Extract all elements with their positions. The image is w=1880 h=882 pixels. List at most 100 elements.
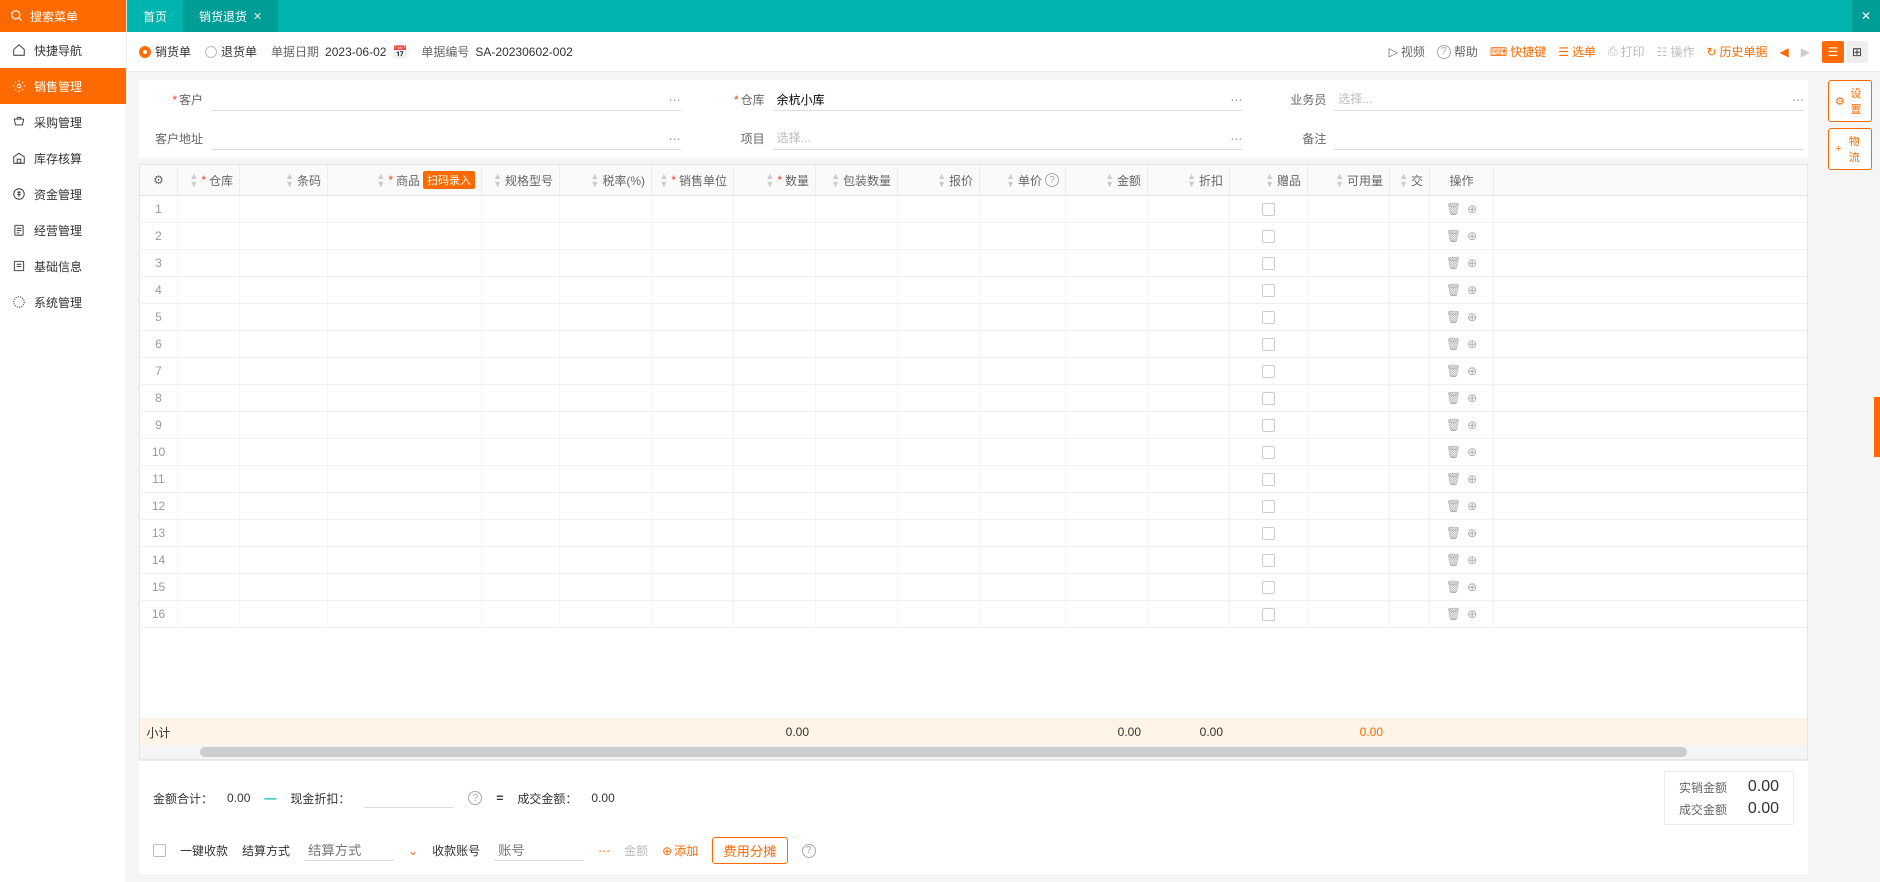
nav-system[interactable]: 系统管理 — [0, 284, 126, 320]
gift-checkbox[interactable] — [1262, 419, 1275, 432]
col-header[interactable]: ▲▼折扣 — [1148, 165, 1230, 195]
add-row-icon[interactable]: ⊕ — [1467, 391, 1477, 405]
table-row[interactable]: 9🗑⊕ — [140, 412, 1807, 439]
delete-icon[interactable]: 🗑 — [1446, 445, 1461, 459]
col-header[interactable]: ▲▼*商品 扫码录入 — [328, 165, 482, 195]
row-number[interactable]: 16 — [140, 601, 178, 627]
row-number[interactable]: 11 — [140, 466, 178, 492]
more-icon[interactable]: ⋯ — [598, 844, 610, 858]
table-row[interactable]: 4 🗑 ⊕ — [140, 277, 1807, 304]
cost-share-button[interactable]: 费用分摊 — [712, 837, 787, 864]
field-remark[interactable]: 备注 — [1266, 127, 1804, 150]
table-row[interactable]: 7🗑⊕ — [140, 358, 1807, 385]
col-header[interactable]: ▲▼金额 — [1066, 165, 1148, 195]
add-row-icon[interactable]: ⊕ — [1467, 445, 1477, 459]
row-number[interactable]: 5 — [140, 304, 178, 330]
nav-sales[interactable]: 销售管理 — [0, 68, 126, 104]
col-header[interactable]: ▲▼税率(%) — [560, 165, 652, 195]
row-number[interactable]: 3 — [140, 250, 178, 276]
row-number[interactable]: 6 — [140, 331, 178, 357]
gift-checkbox[interactable] — [1262, 554, 1275, 567]
col-header[interactable]: ▲▼*销售单位 — [652, 165, 734, 195]
nav-basic[interactable]: 基础信息 — [0, 248, 126, 284]
row-number[interactable]: 4 — [140, 277, 178, 303]
add-row-icon[interactable]: ⊕ — [1467, 283, 1477, 297]
close-icon[interactable]: ✕ — [253, 10, 262, 23]
feedback-tab[interactable] — [1874, 397, 1880, 457]
address-input[interactable] — [211, 127, 681, 150]
nav-inventory[interactable]: 库存核算 — [0, 140, 126, 176]
delete-icon[interactable]: 🗑 — [1446, 283, 1461, 297]
add-row-icon[interactable]: ⊕ — [1467, 607, 1477, 621]
calendar-icon[interactable]: 📅 — [392, 45, 407, 59]
delete-icon[interactable]: 🗑 — [1446, 256, 1461, 270]
add-row-icon[interactable]: ⊕ — [1467, 418, 1477, 432]
gift-checkbox[interactable] — [1262, 338, 1275, 351]
delete-icon[interactable]: 🗑 — [1446, 364, 1461, 378]
radio-return[interactable]: 退货单 — [205, 43, 257, 60]
add-row-icon[interactable]: ⊕ — [1467, 256, 1477, 270]
table-row[interactable]: 10 🗑 ⊕ — [140, 439, 1807, 466]
date-value[interactable]: 2023-06-02 — [325, 45, 386, 59]
add-row-icon[interactable]: ⊕ — [1467, 580, 1477, 594]
gift-checkbox[interactable] — [1262, 230, 1275, 243]
delete-icon[interactable]: 🗑 — [1446, 499, 1461, 513]
table-row[interactable]: 2🗑⊕ — [140, 223, 1807, 250]
delete-icon[interactable]: 🗑 — [1446, 310, 1461, 324]
delete-icon[interactable]: 🗑 — [1446, 337, 1461, 351]
gift-checkbox[interactable] — [1262, 446, 1275, 459]
col-header[interactable]: ▲▼*数量 — [734, 165, 816, 195]
close-all-icon[interactable]: ✕ — [1852, 0, 1880, 32]
row-number[interactable]: 7 — [140, 358, 178, 384]
prev-icon[interactable]: ◀ — [1780, 45, 1789, 59]
gift-checkbox[interactable] — [1262, 365, 1275, 378]
table-row[interactable]: 11🗑⊕ — [140, 466, 1807, 493]
history-link[interactable]: ↻历史单据 — [1706, 43, 1767, 60]
table-row[interactable]: 15 🗑 ⊕ — [140, 574, 1807, 601]
field-customer[interactable]: *客户⋯ — [143, 88, 681, 111]
add-row-icon[interactable]: ⊕ — [1467, 310, 1477, 324]
video-link[interactable]: ▷视频 — [1389, 43, 1425, 60]
table-row[interactable]: 1🗑⊕ — [140, 196, 1807, 223]
row-number[interactable]: 15 — [140, 574, 178, 600]
settings-button[interactable]: ⚙设置 — [1828, 80, 1872, 122]
row-number[interactable]: 8 — [140, 385, 178, 411]
add-row-icon[interactable]: ⊕ — [1467, 472, 1477, 486]
gift-checkbox[interactable] — [1262, 500, 1275, 513]
gift-checkbox[interactable] — [1262, 392, 1275, 405]
nav-business[interactable]: 经营管理 — [0, 212, 126, 248]
table-row[interactable]: 6 🗑 ⊕ — [140, 331, 1807, 358]
row-number[interactable]: 12 — [140, 493, 178, 519]
delete-icon[interactable]: 🗑 — [1446, 580, 1461, 594]
more-icon[interactable]: ⋯ — [669, 93, 681, 107]
col-header[interactable]: 操作 — [1430, 165, 1494, 195]
print-link[interactable]: ⎙打印 — [1608, 43, 1645, 60]
col-header[interactable]: ▲▼交 — [1390, 165, 1430, 195]
operate-link[interactable]: ☷操作 — [1657, 43, 1695, 60]
delete-icon[interactable]: 🗑 — [1446, 202, 1461, 216]
col-header[interactable]: ▲▼单价 ? — [980, 165, 1066, 195]
add-row-icon[interactable]: ⊕ — [1467, 337, 1477, 351]
chevron-down-icon[interactable]: ⌄ — [408, 844, 418, 858]
search-menu[interactable]: 搜索菜单 — [0, 0, 126, 32]
table-row[interactable]: 5 🗑 ⊕ — [140, 304, 1807, 331]
add-row-icon[interactable]: ⊕ — [1467, 526, 1477, 540]
help-link[interactable]: ?帮助 — [1437, 43, 1478, 60]
table-row[interactable]: 12🗑⊕ — [140, 493, 1807, 520]
account-input[interactable] — [494, 841, 584, 861]
delete-icon[interactable]: 🗑 — [1446, 526, 1461, 540]
table-row[interactable]: 16🗑⊕ — [140, 601, 1807, 628]
add-row-icon[interactable]: ⊕ — [1467, 229, 1477, 243]
more-icon[interactable]: ⋯ — [1230, 132, 1242, 146]
customer-input[interactable] — [211, 88, 681, 111]
table-row[interactable]: 8🗑⊕ — [140, 385, 1807, 412]
row-number[interactable]: 10 — [140, 439, 178, 465]
gift-checkbox[interactable] — [1262, 473, 1275, 486]
col-header[interactable]: ▲▼*仓库 — [178, 165, 240, 195]
col-header[interactable]: ⚙ — [140, 165, 178, 195]
tab-sales-return[interactable]: 销货退货✕ — [183, 0, 278, 32]
gift-checkbox[interactable] — [1262, 527, 1275, 540]
col-header[interactable]: ▲▼报价 — [898, 165, 980, 195]
row-number[interactable]: 2 — [140, 223, 178, 249]
col-header[interactable]: ▲▼赠品 — [1230, 165, 1308, 195]
